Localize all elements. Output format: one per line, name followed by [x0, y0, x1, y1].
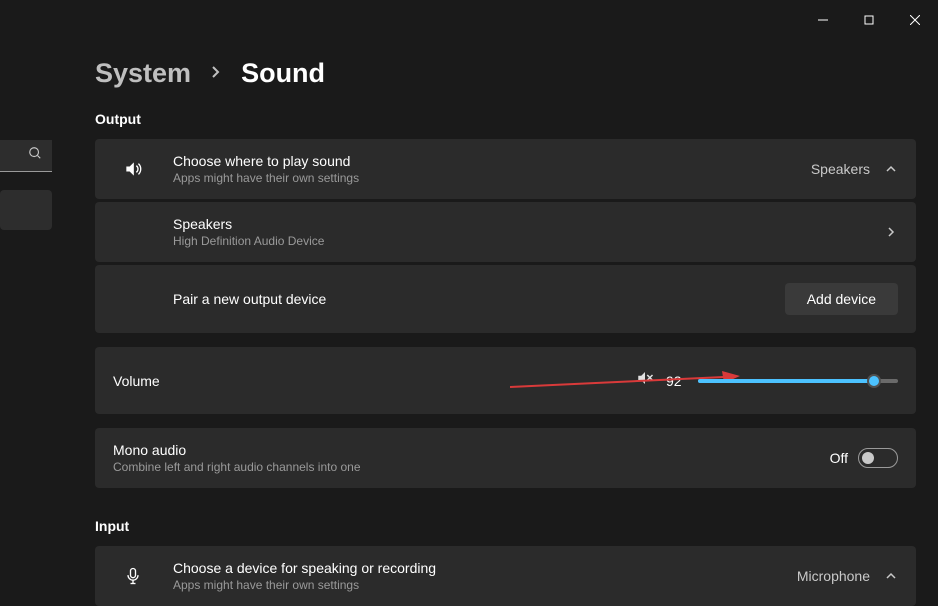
card-subtitle: Apps might have their own settings [173, 171, 811, 185]
add-device-button[interactable]: Add device [785, 283, 898, 315]
page-title: Sound [241, 58, 325, 89]
volume-label: Volume [113, 373, 636, 389]
toggle-state-label: Off [830, 450, 848, 466]
volume-card: Volume 92 [95, 347, 916, 414]
output-destination-card[interactable]: Choose where to play sound Apps might ha… [95, 139, 916, 199]
volume-value: 92 [666, 373, 686, 389]
card-title: Choose a device for speaking or recordin… [173, 560, 797, 576]
chevron-up-icon [884, 570, 898, 582]
mono-audio-card: Mono audio Combine left and right audio … [95, 428, 916, 488]
volume-slider[interactable] [698, 379, 898, 383]
card-subtitle: Apps might have their own settings [173, 578, 797, 592]
selected-output: Speakers [811, 161, 870, 177]
input-device-card[interactable]: Choose a device for speaking or recordin… [95, 546, 916, 606]
selected-input: Microphone [797, 568, 870, 584]
card-title: Mono audio [113, 442, 830, 458]
window-controls [800, 4, 938, 36]
chevron-right-icon [211, 63, 221, 84]
speaker-icon [113, 159, 153, 179]
card-title: Choose where to play sound [173, 153, 811, 169]
chevron-up-icon [884, 163, 898, 175]
close-button[interactable] [892, 4, 938, 36]
search-input[interactable] [0, 140, 52, 172]
speakers-device-card[interactable]: Speakers High Definition Audio Device [95, 202, 916, 262]
search-icon [28, 146, 42, 165]
input-section-header: Input [95, 518, 916, 534]
microphone-icon [113, 566, 153, 586]
breadcrumb-parent[interactable]: System [95, 58, 191, 89]
breadcrumb: System Sound [95, 58, 916, 89]
chevron-right-icon [884, 226, 898, 238]
titlebar [0, 0, 938, 40]
minimize-button[interactable] [800, 4, 846, 36]
mute-icon[interactable] [636, 369, 654, 392]
card-title: Pair a new output device [173, 291, 785, 307]
card-title: Speakers [173, 216, 884, 232]
maximize-button[interactable] [846, 4, 892, 36]
card-subtitle: Combine left and right audio channels in… [113, 460, 830, 474]
pair-device-card: Pair a new output device Add device [95, 265, 916, 333]
left-panel [0, 140, 52, 230]
content: System Sound Output Choose where to play… [95, 40, 916, 606]
mono-toggle[interactable] [858, 448, 898, 468]
card-subtitle: High Definition Audio Device [173, 234, 884, 248]
output-section-header: Output [95, 111, 916, 127]
nav-item[interactable] [0, 190, 52, 230]
